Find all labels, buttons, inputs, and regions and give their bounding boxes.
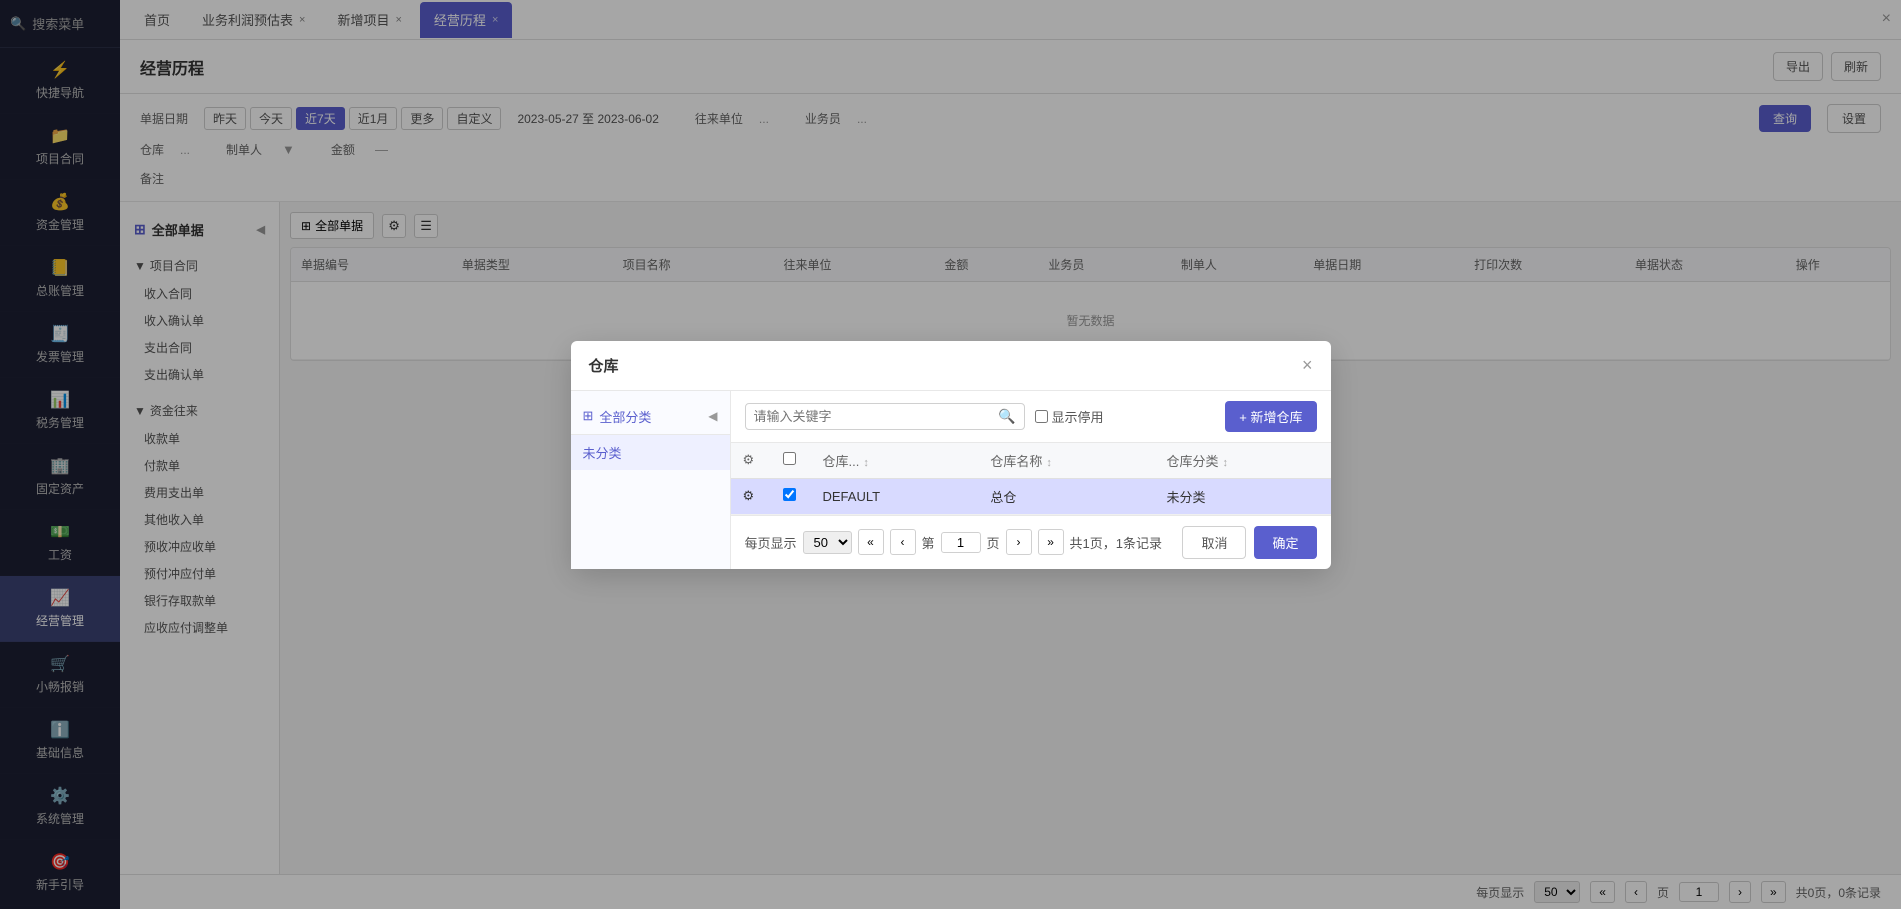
search-icon: 🔍: [998, 408, 1015, 425]
modal-right-panel: 🔍 显示停用 + 新增仓库 ⚙: [731, 391, 1331, 569]
modal-next-page-btn[interactable]: ›: [1006, 529, 1032, 555]
modal-page-unit: 页: [987, 533, 1000, 552]
warehouse-code: DEFAULT: [811, 478, 979, 514]
th-warehouse-name: 仓库名称↕: [978, 443, 1154, 479]
modal-category-item-unclassified[interactable]: 未分类: [571, 435, 730, 470]
modal-title: 仓库: [589, 355, 619, 376]
table-row[interactable]: ⚙ DEFAULT 总仓 未分类: [731, 478, 1331, 514]
confirm-button[interactable]: 确定: [1254, 526, 1316, 559]
modal-pagination-row: 每页显示 50 « ‹ 第 页 › » 共1页，1条记录: [731, 515, 1331, 569]
warehouse-modal: 仓库 × ⊞ 全部分类 ◀ 未分类: [571, 341, 1331, 569]
th-gear: ⚙: [731, 443, 771, 479]
modal-page-input[interactable]: [941, 532, 981, 553]
th-warehouse-category: 仓库分类↕: [1154, 443, 1330, 479]
modal-table-container: ⚙ 仓库...↕ 仓库名称↕ 仓库分类↕ ⚙ DEFAULT: [731, 443, 1331, 515]
modal-search-box: 🔍: [745, 403, 1025, 430]
modal-all-category-label: 全部分类: [599, 407, 651, 426]
modal-page-size-label: 每页显示: [745, 533, 797, 552]
grid-icon-modal: ⊞: [583, 408, 594, 424]
cancel-button[interactable]: 取消: [1182, 526, 1246, 559]
modal-body: ⊞ 全部分类 ◀ 未分类 🔍 显示停用: [571, 391, 1331, 569]
modal-search-input[interactable]: [754, 409, 999, 424]
th-checkbox: [771, 443, 811, 479]
warehouse-name: 总仓: [978, 478, 1154, 514]
modal-total-records: 共1页，1条记录: [1070, 533, 1162, 552]
modal-left-scroll: 未分类: [571, 435, 730, 561]
add-warehouse-button[interactable]: + 新增仓库: [1225, 401, 1316, 432]
modal-prev-page-btn[interactable]: ‹: [890, 529, 916, 555]
warehouse-category: 未分类: [1154, 478, 1330, 514]
select-all-checkbox[interactable]: [783, 452, 796, 465]
show-disabled-checkbox[interactable]: [1035, 410, 1048, 423]
modal-pagination: 每页显示 50 « ‹ 第 页 › » 共1页，1条记录: [745, 529, 1163, 555]
modal-footer-actions: 取消 确定: [1182, 526, 1316, 559]
modal-left-header[interactable]: ⊞ 全部分类 ◀: [571, 399, 730, 435]
modal-close-button[interactable]: ×: [1302, 355, 1313, 376]
row-gear: ⚙: [731, 478, 771, 514]
modal-page-label: 第: [922, 533, 935, 552]
row-checkbox: [771, 478, 811, 514]
row-select-checkbox[interactable]: [783, 488, 796, 501]
modal-table-header: ⚙ 仓库...↕ 仓库名称↕ 仓库分类↕: [731, 443, 1331, 479]
show-disabled-label[interactable]: 显示停用: [1035, 407, 1104, 426]
modal-toolbar: 🔍 显示停用 + 新增仓库: [731, 391, 1331, 443]
show-disabled-text: 显示停用: [1052, 407, 1104, 426]
modal-header: 仓库 ×: [571, 341, 1331, 391]
modal-first-page-btn[interactable]: «: [858, 529, 884, 555]
modal-last-page-btn[interactable]: »: [1038, 529, 1064, 555]
modal-left-collapse-icon[interactable]: ◀: [708, 409, 717, 423]
modal-page-size-select[interactable]: 50: [803, 531, 852, 554]
modal-left-panel: ⊞ 全部分类 ◀ 未分类: [571, 391, 731, 569]
th-warehouse-code: 仓库...↕: [811, 443, 979, 479]
modal-overlay: 仓库 × ⊞ 全部分类 ◀ 未分类: [0, 0, 1901, 909]
modal-table: ⚙ 仓库...↕ 仓库名称↕ 仓库分类↕ ⚙ DEFAULT: [731, 443, 1331, 515]
